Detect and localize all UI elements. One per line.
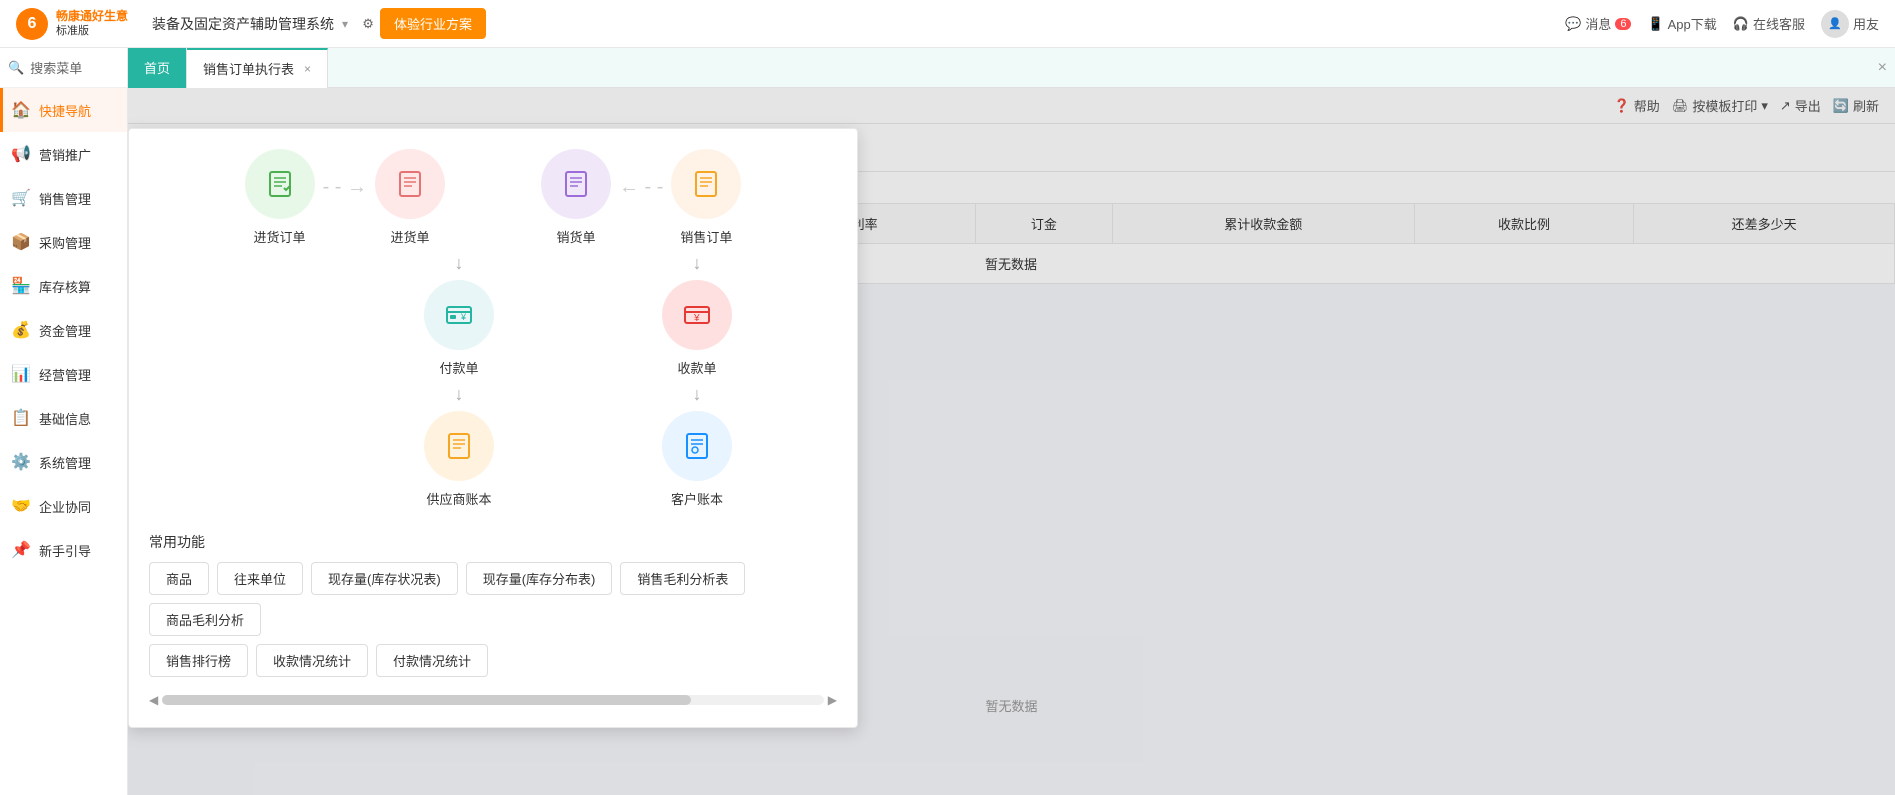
sidebar-item-quick-guide[interactable]: 🏠 快捷导航 [0,88,127,132]
sales-bill-icon [541,149,611,219]
scroll-thumb [162,695,691,705]
logo-icon: 6 [16,8,48,40]
finance-icon: 💰 [11,320,31,340]
settings-icon[interactable]: ⚙ [356,12,380,36]
sidebar: 🔍 搜索菜单 🏠 快捷导航 📢 营销推广 🛒 销售管理 📦 采购管理 🏪 [0,48,128,795]
sidebar-item-marketing[interactable]: 📢 营销推广 [0,132,127,176]
enterprise-icon: 🤝 [11,496,31,516]
func-btn-0[interactable]: 商品 [149,562,209,595]
top-bar: 6 畅康通好生意 标准版 装备及固定资产辅助管理系统 ▾ ⚙ 体验行业方案 💬 … [0,0,1895,48]
sidebar-item-base[interactable]: 📋 基础信息 [0,396,127,440]
svg-text:¥: ¥ [460,312,467,322]
search-icon: 🔍 [8,60,24,76]
logo-text: 畅康通好生意 标准版 [56,9,128,39]
down-arrow-purchase: ↓ [455,254,464,272]
sidebar-item-newbie[interactable]: 📌 新手引导 [0,528,127,572]
func-btn-2[interactable]: 现存量(库存状况表) [311,562,458,595]
down-arrow-receipt: ↓ [693,385,702,403]
flow-item-sales-bill[interactable]: 销货单 [541,149,611,246]
flow-item-customer[interactable]: 客户账本 [662,411,732,508]
sidebar-item-purchase[interactable]: 📦 采购管理 [0,220,127,264]
operation-icon: 📊 [11,364,31,384]
func-btn-3[interactable]: 现存量(库存分布表) [466,562,613,595]
flow-item-receipt[interactable]: ¥ 收款单 [662,280,732,377]
system-icon: ⚙️ [11,452,31,472]
online-service-link[interactable]: 🎧 在线客服 [1733,14,1805,33]
content-area: 首页 销售订单执行表 × × ❓ 帮助 [128,48,1895,795]
system-dropdown-icon[interactable]: ▾ [342,17,348,31]
arrow-2: ← - - [619,176,663,199]
home-icon: 🏠 [11,100,31,120]
scroll-track[interactable] [162,695,824,705]
sales-icon: 🛒 [11,188,31,208]
common-func-title: 常用功能 [149,532,837,552]
quick-guide-panel: 进货订单 - - → 进货单 [128,128,858,728]
customer-icon [662,411,732,481]
func-buttons: 商品 往来单位 现存量(库存状况表) 现存量(库存分布表) 销售毛利分析表 商品… [149,562,837,636]
tab-close-all[interactable]: × [1878,59,1887,77]
app-wrapper: 6 畅康通好生意 标准版 装备及固定资产辅助管理系统 ▾ ⚙ 体验行业方案 💬 … [0,0,1895,795]
top-bar-right: 💬 消息 6 📱 App下载 🎧 在线客服 👤 用友 [1565,10,1879,38]
flow-item-sales-order[interactable]: 销售订单 [671,149,741,246]
phone-icon: 📱 [1647,16,1663,32]
base-icon: 📋 [11,408,31,428]
tab-sales-order[interactable]: 销售订单执行表 × [187,48,328,88]
func-buttons-2: 销售排行榜 收款情况统计 付款情况统计 [149,644,837,677]
inventory-icon: 🏪 [11,276,31,296]
newbie-icon: 📌 [11,540,31,560]
func-btn-4[interactable]: 销售毛利分析表 [620,562,745,595]
message-icon: 💬 [1565,16,1581,32]
tab-close-icon[interactable]: × [304,62,311,76]
tab-home[interactable]: 首页 [128,48,187,88]
user-avatar: 👤 [1821,10,1849,38]
experience-btn[interactable]: 体验行业方案 [380,8,486,39]
func-btn-8[interactable]: 付款情况统计 [376,644,488,677]
purchase-bill-icon [375,149,445,219]
marketing-icon: 📢 [11,144,31,164]
sidebar-item-operation[interactable]: 📊 经营管理 [0,352,127,396]
sidebar-item-sales[interactable]: 🛒 销售管理 [0,176,127,220]
message-link[interactable]: 💬 消息 6 [1565,14,1631,33]
logo-area: 6 畅康通好生意 标准版 [16,8,144,40]
page-content: ❓ 帮助 🖨 按模板打印 ▾ ↗ 导出 🔄 [128,88,1895,795]
purchase-order-icon [245,149,315,219]
user-area[interactable]: 👤 用友 [1821,10,1879,38]
tab-bar: 首页 销售订单执行表 × × [128,48,1895,88]
scroll-right-icon[interactable]: ▶ [828,693,837,707]
headset-icon: 🎧 [1733,16,1749,32]
scrollbar-row: ◀ ▶ [149,693,837,707]
func-btn-5[interactable]: 商品毛利分析 [149,603,261,636]
svg-text:¥: ¥ [693,313,700,324]
func-btn-6[interactable]: 销售排行榜 [149,644,248,677]
func-btn-7[interactable]: 收款情况统计 [256,644,368,677]
sidebar-search[interactable]: 🔍 搜索菜单 [0,48,127,88]
scroll-left-icon[interactable]: ◀ [149,693,158,707]
down-arrow-sales: ↓ [693,254,702,272]
sidebar-item-finance[interactable]: 💰 资金管理 [0,308,127,352]
sales-order-icon [671,149,741,219]
sidebar-item-system[interactable]: ⚙️ 系统管理 [0,440,127,484]
flow-item-supplier[interactable]: 供应商账本 [424,411,494,508]
flow-item-purchase-bill[interactable]: 进货单 [375,149,445,246]
receipt-icon: ¥ [662,280,732,350]
main-area: 🔍 搜索菜单 🏠 快捷导航 📢 营销推广 🛒 销售管理 📦 采购管理 🏪 [0,48,1895,795]
func-btn-1[interactable]: 往来单位 [217,562,303,595]
system-name-area: 装备及固定资产辅助管理系统 ▾ ⚙ [144,12,380,36]
purchase-icon: 📦 [11,232,31,252]
payment-icon: ¥ [424,280,494,350]
message-badge: 6 [1615,18,1631,30]
supplier-icon [424,411,494,481]
sidebar-item-inventory[interactable]: 🏪 库存核算 [0,264,127,308]
down-arrow-payment: ↓ [455,385,464,403]
flow-item-payment[interactable]: ¥ 付款单 [424,280,494,377]
arrow-1: - - → [323,176,367,199]
sidebar-item-enterprise[interactable]: 🤝 企业协同 [0,484,127,528]
flow-item-purchase-order[interactable]: 进货订单 [245,149,315,246]
system-name-label: 装备及固定资产辅助管理系统 [152,14,334,34]
app-download-link[interactable]: 📱 App下载 [1647,14,1716,33]
